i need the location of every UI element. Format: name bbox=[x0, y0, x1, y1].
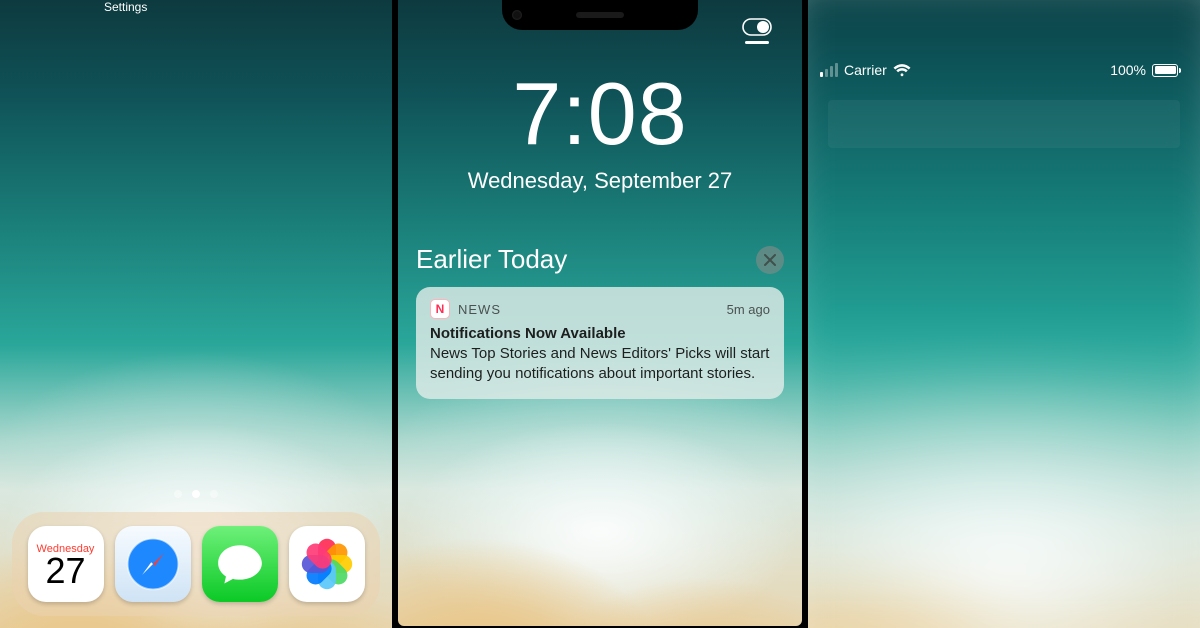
news-app-icon: N bbox=[430, 299, 450, 319]
notification-center: Earlier Today N NEWS 5m ago Notification… bbox=[416, 244, 784, 399]
lock-screen-panel: 7:08 Wednesday, September 27 Earlier Tod… bbox=[392, 0, 808, 628]
speech-bubble-icon bbox=[215, 542, 265, 586]
battery-percent: 100% bbox=[1110, 62, 1146, 78]
page-indicator[interactable] bbox=[0, 490, 392, 498]
home-screen-panel: Settings Wednesday 27 bbox=[0, 0, 392, 628]
photos-app-icon[interactable] bbox=[289, 526, 365, 602]
battery-icon bbox=[1152, 64, 1178, 77]
carrier-label: Carrier bbox=[844, 62, 887, 78]
toggle-icon bbox=[742, 18, 772, 36]
notification-title: Notifications Now Available bbox=[430, 325, 770, 342]
notification-app-label: NEWS bbox=[458, 302, 501, 317]
page-dot[interactable] bbox=[174, 490, 182, 498]
notification-section-header: Earlier Today bbox=[416, 244, 567, 275]
page-dot[interactable] bbox=[192, 490, 200, 498]
lock-screen-time: 7:08 bbox=[398, 70, 802, 158]
dock: Wednesday 27 bbox=[12, 512, 380, 616]
page-dot[interactable] bbox=[210, 490, 218, 498]
wifi-icon bbox=[893, 63, 911, 77]
blurred-status-panel: Carrier 100% bbox=[808, 0, 1200, 628]
compass-icon bbox=[124, 535, 182, 593]
lock-screen-date: Wednesday, September 27 bbox=[398, 168, 802, 194]
calendar-day-number: 27 bbox=[45, 553, 85, 589]
photos-flower-icon bbox=[299, 536, 355, 592]
control-toggle-button[interactable] bbox=[742, 18, 772, 44]
close-icon bbox=[764, 254, 776, 266]
notification-body: News Top Stories and News Editors' Picks… bbox=[430, 344, 770, 385]
clear-notifications-button[interactable] bbox=[756, 246, 784, 274]
notification-timestamp: 5m ago bbox=[727, 302, 770, 317]
notification-card[interactable]: N NEWS 5m ago Notifications Now Availabl… bbox=[416, 287, 784, 399]
messages-app-icon[interactable] bbox=[202, 526, 278, 602]
safari-app-icon[interactable] bbox=[115, 526, 191, 602]
blurred-banner bbox=[828, 100, 1180, 148]
status-bar: Carrier 100% bbox=[808, 62, 1200, 78]
settings-app-label: Settings bbox=[104, 0, 147, 14]
signal-icon bbox=[820, 63, 838, 77]
device-notch bbox=[502, 0, 698, 30]
calendar-app-icon[interactable]: Wednesday 27 bbox=[28, 526, 104, 602]
